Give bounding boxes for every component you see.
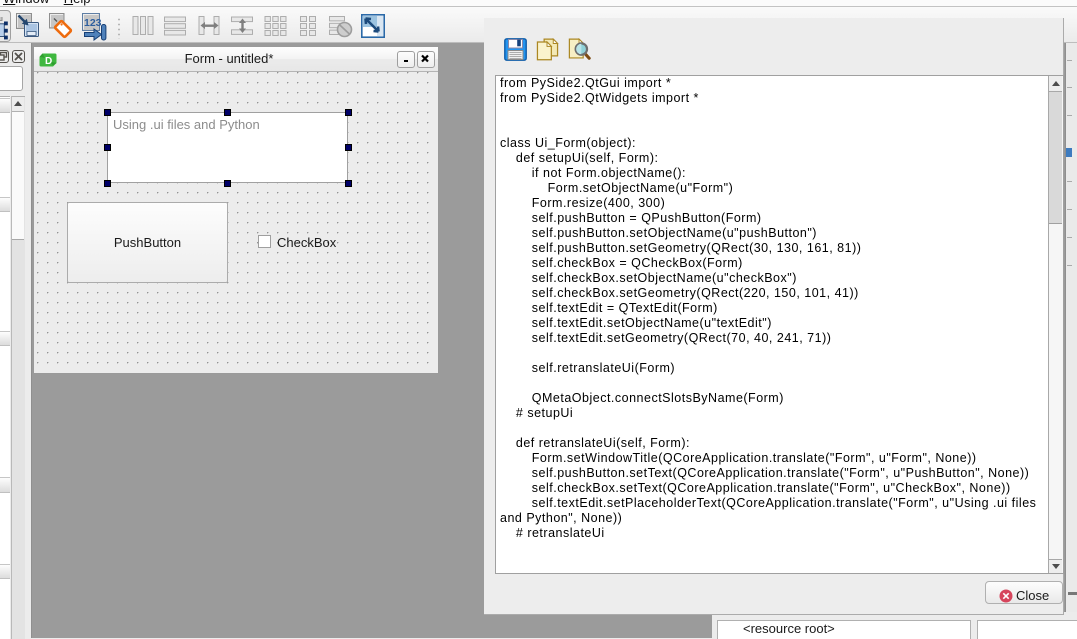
svg-text:123: 123 [84, 17, 102, 29]
